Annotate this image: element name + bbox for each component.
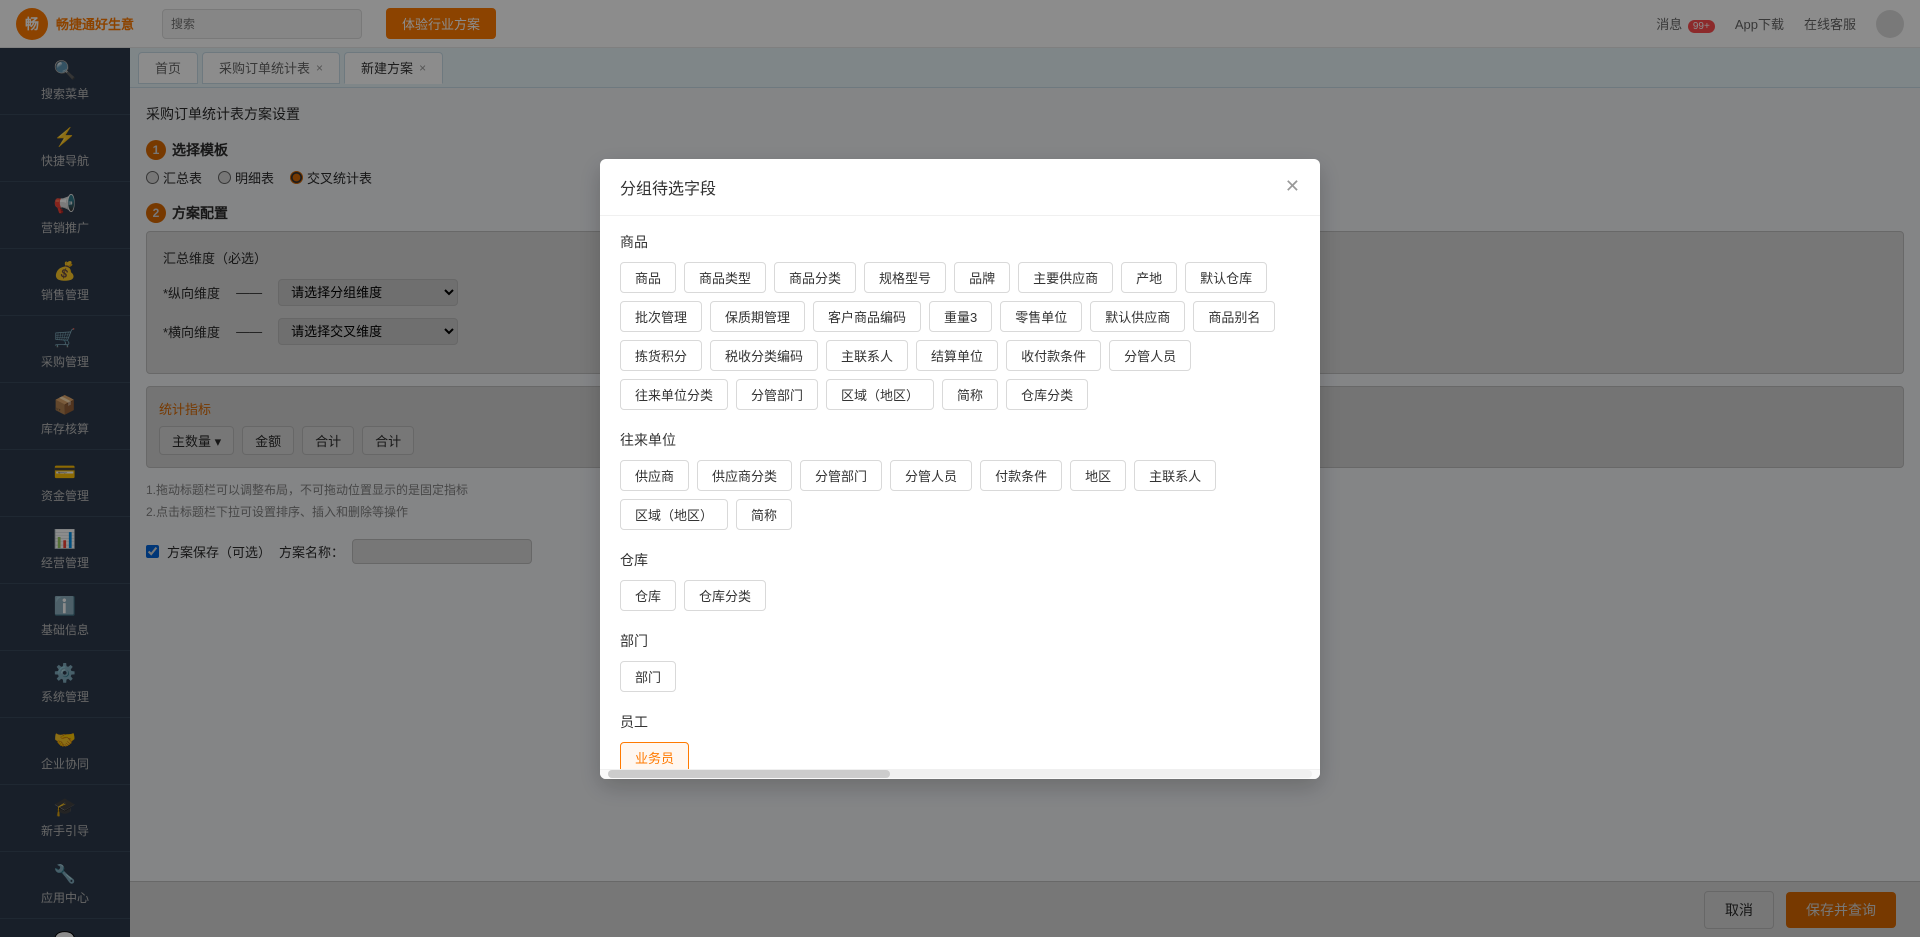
- field-tag[interactable]: 简称: [942, 379, 998, 410]
- field-tag[interactable]: 商品类型: [684, 262, 766, 293]
- field-tag[interactable]: 仓库分类: [684, 580, 766, 611]
- field-tags-dept: 部门: [620, 661, 1300, 692]
- field-tag[interactable]: 供应商分类: [697, 460, 792, 491]
- modal-close-btn[interactable]: ✕: [1285, 176, 1300, 197]
- field-tag[interactable]: 商品别名: [1193, 301, 1275, 332]
- modal-header: 分组待选字段 ✕: [600, 159, 1320, 216]
- field-section-dept: 部门 部门: [620, 631, 1300, 692]
- field-tags-partner: 供应商 供应商分类 分管部门 分管人员 付款条件 地区 主联系人 区域（地区） …: [620, 460, 1300, 530]
- field-section-title-dept: 部门: [620, 631, 1300, 651]
- modal-scrollbar[interactable]: [600, 769, 1320, 778]
- field-tag[interactable]: 部门: [620, 661, 676, 692]
- field-tag[interactable]: 零售单位: [1000, 301, 1082, 332]
- field-tag[interactable]: 批次管理: [620, 301, 702, 332]
- field-tags-warehouse: 仓库 仓库分类: [620, 580, 1300, 611]
- field-section-title-partner: 往来单位: [620, 430, 1300, 450]
- field-tag[interactable]: 客户商品编码: [813, 301, 921, 332]
- field-tag[interactable]: 主联系人: [1134, 460, 1216, 491]
- modal-body[interactable]: 商品 商品 商品类型 商品分类 规格型号 品牌 主要供应商 产地 默认仓库 批次…: [600, 216, 1320, 770]
- field-tag-salesperson[interactable]: 业务员: [620, 742, 689, 770]
- field-tag[interactable]: 地区: [1070, 460, 1126, 491]
- field-tag[interactable]: 规格型号: [864, 262, 946, 293]
- field-tag[interactable]: 收付款条件: [1006, 340, 1101, 371]
- field-tag[interactable]: 简称: [736, 499, 792, 530]
- field-tag[interactable]: 税收分类编码: [710, 340, 818, 371]
- field-tag[interactable]: 分管人员: [890, 460, 972, 491]
- field-section-warehouse: 仓库 仓库 仓库分类: [620, 550, 1300, 611]
- field-tag[interactable]: 拣货积分: [620, 340, 702, 371]
- modal-overlay: 分组待选字段 ✕ 商品 商品 商品类型 商品分类 规格型号 品牌 主要供应商 产…: [0, 0, 1920, 937]
- field-section-title-warehouse: 仓库: [620, 550, 1300, 570]
- field-tag[interactable]: 区域（地区）: [620, 499, 728, 530]
- field-tag[interactable]: 重量3: [929, 301, 992, 332]
- field-tags-staff: 业务员: [620, 742, 1300, 770]
- field-section-product: 商品 商品 商品类型 商品分类 规格型号 品牌 主要供应商 产地 默认仓库 批次…: [620, 232, 1300, 410]
- field-tag[interactable]: 主要供应商: [1018, 262, 1113, 293]
- field-tag[interactable]: 商品: [620, 262, 676, 293]
- field-tag[interactable]: 往来单位分类: [620, 379, 728, 410]
- field-section-partner: 往来单位 供应商 供应商分类 分管部门 分管人员 付款条件 地区 主联系人 区域…: [620, 430, 1300, 530]
- modal-dialog: 分组待选字段 ✕ 商品 商品 商品类型 商品分类 规格型号 品牌 主要供应商 产…: [600, 159, 1320, 779]
- field-tag[interactable]: 默认供应商: [1090, 301, 1185, 332]
- field-section-title-staff: 员工: [620, 712, 1300, 732]
- field-tag[interactable]: 保质期管理: [710, 301, 805, 332]
- modal-title: 分组待选字段: [620, 175, 716, 199]
- field-section-staff: 员工 业务员: [620, 712, 1300, 770]
- field-tags-product: 商品 商品类型 商品分类 规格型号 品牌 主要供应商 产地 默认仓库 批次管理 …: [620, 262, 1300, 410]
- field-tag[interactable]: 分管人员: [1109, 340, 1191, 371]
- field-tag[interactable]: 结算单位: [916, 340, 998, 371]
- scrollbar-thumb: [608, 770, 890, 778]
- field-tag[interactable]: 分管部门: [800, 460, 882, 491]
- field-tag[interactable]: 分管部门: [736, 379, 818, 410]
- field-tag[interactable]: 区域（地区）: [826, 379, 934, 410]
- scrollbar-track: [608, 770, 1312, 778]
- field-tag[interactable]: 产地: [1121, 262, 1177, 293]
- field-tag[interactable]: 付款条件: [980, 460, 1062, 491]
- field-tag[interactable]: 品牌: [954, 262, 1010, 293]
- field-tag[interactable]: 仓库: [620, 580, 676, 611]
- field-section-title-product: 商品: [620, 232, 1300, 252]
- field-tag[interactable]: 仓库分类: [1006, 379, 1088, 410]
- field-tag[interactable]: 供应商: [620, 460, 689, 491]
- field-tag[interactable]: 商品分类: [774, 262, 856, 293]
- field-tag[interactable]: 默认仓库: [1185, 262, 1267, 293]
- field-tag[interactable]: 主联系人: [826, 340, 908, 371]
